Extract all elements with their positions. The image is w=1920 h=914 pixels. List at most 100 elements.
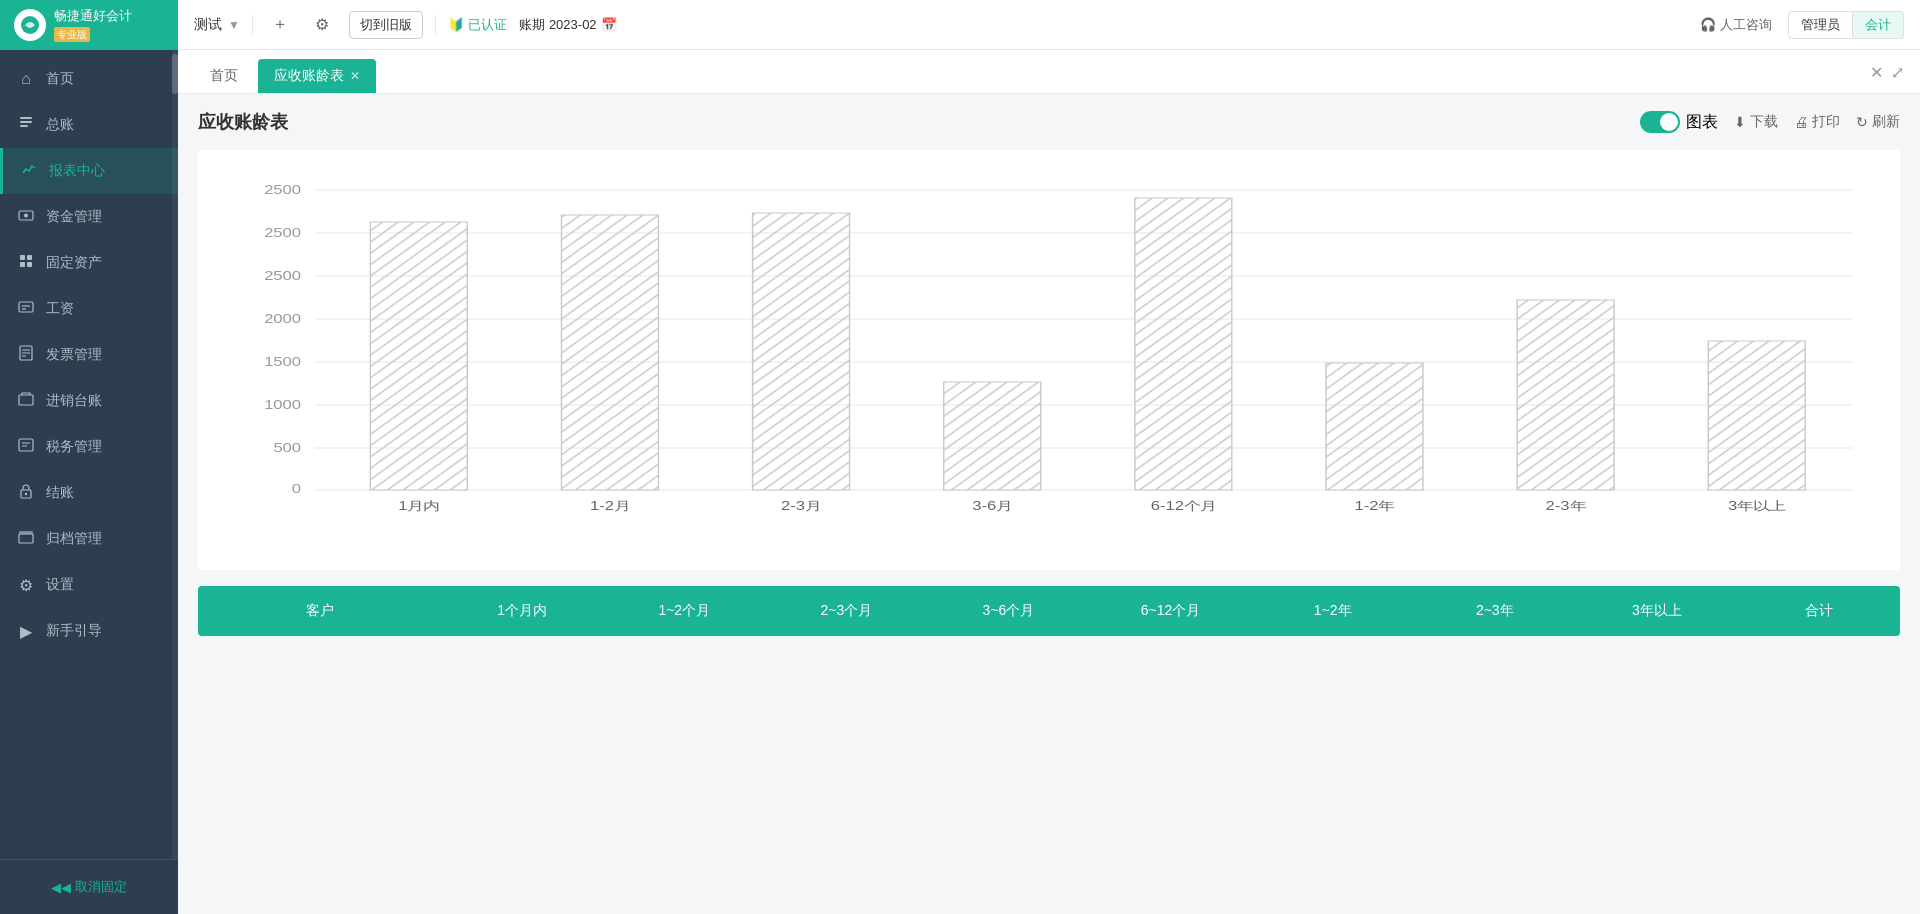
expand-tab-btn[interactable]: ⤢ [1891,62,1904,81]
sidebar-item-settings[interactable]: ⚙ 设置 [0,562,178,608]
svg-rect-6 [20,255,25,260]
period-label: 账期 [519,16,545,34]
svg-point-5 [24,214,28,218]
topbar-divider-1 [252,15,253,35]
svg-text:2500: 2500 [264,269,301,282]
table-header: 客户 1个月内 1~2个月 2~3个月 3~6个月 6~12个月 1~2年 2~… [198,586,1900,636]
invoice-icon [16,345,36,365]
bar-1-2月 [561,215,658,490]
period-value: 2023-02 [549,17,597,32]
tab-aging[interactable]: 应收账龄表 ✕ [258,59,376,93]
sidebar-item-reports[interactable]: 报表中心 [0,148,178,194]
tab-close-icon[interactable]: ✕ [350,69,360,83]
refresh-label: 刷新 [1872,113,1900,131]
sidebar-item-home[interactable]: ⌂ 首页 [0,56,178,102]
logo-text: 畅捷通好会计 专业版 [54,8,132,43]
nav-label-closing: 结账 [46,484,74,502]
toggle-track[interactable] [1640,111,1680,133]
svg-text:2500: 2500 [264,183,301,196]
svg-rect-10 [19,302,33,312]
close-tab-btn[interactable]: ✕ [1870,62,1883,81]
reports-icon [19,161,39,181]
settings-btn[interactable]: ⚙ [307,10,337,40]
help-btn[interactable]: 🎧 人工咨询 [1700,16,1772,34]
tab-controls: ✕ ⤢ [1870,62,1904,81]
chart-area: 2500 2500 2500 2000 1500 1000 500 0 [218,170,1880,550]
sidebar-item-guide[interactable]: ▶ 新手引导 [0,608,178,654]
col-header-3y-plus: 3年以上 [1576,586,1738,636]
sidebar-bottom: ◀◀ 取消固定 [0,859,178,914]
sidebar-item-closing[interactable]: 结账 [0,470,178,516]
sidebar-item-archive[interactable]: 归档管理 [0,516,178,562]
nav-label-assets: 固定资产 [46,254,102,272]
svg-text:500: 500 [273,441,301,454]
nav-label-archive: 归档管理 [46,530,102,548]
cancel-fixed-btn[interactable]: ◀◀ 取消固定 [0,870,178,904]
svg-text:3年以上: 3年以上 [1728,499,1785,512]
sidebar-item-payroll[interactable]: 工资 [0,286,178,332]
sidebar-item-inventory[interactable]: 进销台账 [0,378,178,424]
bar-1月内 [370,222,467,490]
bar-6-12月 [1135,198,1232,490]
nav-label-reports: 报表中心 [49,162,105,180]
col-header-1-2m: 1~2个月 [603,586,765,636]
refresh-icon: ↻ [1856,114,1868,130]
download-btn[interactable]: ⬇ 下载 [1734,113,1778,131]
inventory-icon [16,391,36,411]
bar-chart-svg: 2500 2500 2500 2000 1500 1000 500 0 [218,170,1880,550]
calendar-icon[interactable]: 📅 [601,17,617,32]
nav-label-home: 首页 [46,70,74,88]
svg-text:0: 0 [292,482,301,495]
home-icon: ⌂ [16,70,36,88]
svg-text:2000: 2000 [264,312,301,325]
project-dropdown-icon: ▼ [228,18,240,32]
svg-text:2-3月: 2-3月 [781,499,821,512]
sidebar-item-invoice[interactable]: 发票管理 [0,332,178,378]
pin-left-icon: ◀◀ [51,880,71,895]
bar-2-3年 [1517,300,1614,490]
tab-home[interactable]: 首页 [194,59,254,93]
app-version: 专业版 [54,27,90,42]
funds-icon [16,207,36,227]
svg-text:1-2年: 1-2年 [1354,499,1394,512]
col-header-1m: 1个月内 [441,586,603,636]
project-selector[interactable]: 测试 ▼ [194,16,240,34]
accountant-btn[interactable]: 会计 [1853,11,1904,39]
sidebar-nav: ⌂ 首页 总账 报表中心 [0,50,178,660]
shield-icon: 🔰 [448,17,464,32]
refresh-btn[interactable]: ↻ 刷新 [1856,113,1900,131]
svg-rect-9 [27,262,32,267]
scroll-bar [172,50,178,859]
tab-home-label: 首页 [210,67,238,85]
sidebar-item-funds[interactable]: 资金管理 [0,194,178,240]
svg-rect-1 [20,117,32,119]
manager-btn[interactable]: 管理员 [1788,11,1853,39]
print-btn[interactable]: 🖨 打印 [1794,113,1840,131]
switch-version-btn[interactable]: 切到旧版 [349,11,423,39]
sidebar-item-tax[interactable]: 税务管理 [0,424,178,470]
nav-label-funds: 资金管理 [46,208,102,226]
report-title: 应收账龄表 [198,110,288,134]
sidebar-scroll-area: ⌂ 首页 总账 报表中心 [0,50,178,859]
print-icon: 🖨 [1794,114,1808,130]
guide-icon: ▶ [16,622,36,641]
tax-icon [16,437,36,457]
nav-label-settings: 设置 [46,576,74,594]
svg-rect-7 [27,255,32,260]
svg-rect-23 [19,534,33,543]
chart-toggle[interactable]: 图表 [1640,111,1718,133]
col-header-total: 合计 [1738,586,1900,636]
col-header-1-2y: 1~2年 [1252,586,1414,636]
svg-point-22 [25,493,27,495]
print-label: 打印 [1812,113,1840,131]
sidebar-item-assets[interactable]: 固定资产 [0,240,178,286]
bar-3-6月 [944,382,1041,490]
col-header-customer: 客户 [198,586,441,636]
nav-label-guide: 新手引导 [46,622,102,640]
add-project-btn[interactable]: ＋ [265,10,295,40]
app-name: 畅捷通好会计 [54,8,132,25]
sidebar-item-ledger[interactable]: 总账 [0,102,178,148]
svg-rect-17 [19,395,33,405]
certified-badge: 🔰 已认证 [448,16,507,34]
toggle-thumb [1660,113,1678,131]
